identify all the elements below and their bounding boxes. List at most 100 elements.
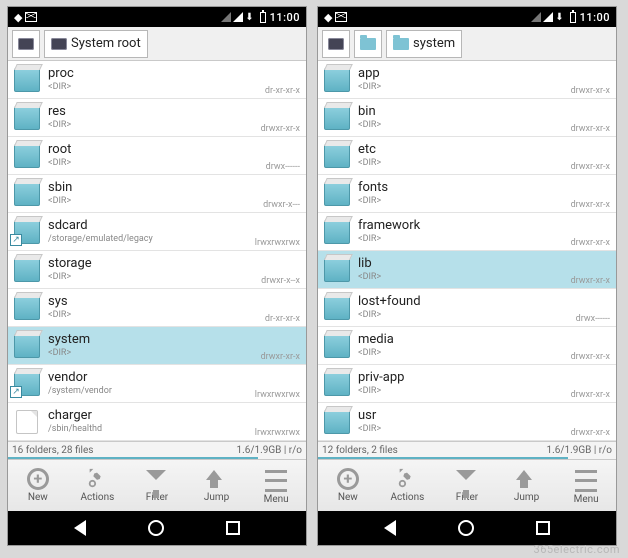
file-list[interactable]: proc <DIR> dr-xr-xr-x res <DIR> drwxr-xr… (8, 61, 306, 441)
disk-icon (51, 38, 67, 50)
path-chip[interactable] (322, 30, 350, 58)
list-item[interactable]: priv-app <DIR> drwxr-xr-x (318, 365, 616, 403)
list-item[interactable]: sbin <DIR> drwxr-x--- (8, 175, 306, 213)
list-item[interactable]: lost+found <DIR> drwx------ (318, 289, 616, 327)
item-name: etc (358, 142, 571, 158)
new-button[interactable]: + New (318, 460, 378, 511)
shortcut-badge-icon: ↗ (10, 234, 22, 246)
folder-count: 16 folders, 28 files (12, 445, 93, 456)
actions-button[interactable]: Actions (68, 460, 128, 511)
item-permissions: drwxr-xr-x (571, 200, 610, 210)
folder-icon (322, 180, 352, 208)
phone-screen: ◆ ⬇ 11:00 system (317, 6, 617, 546)
filter-button[interactable]: Filter (437, 460, 497, 511)
tool-label: Actions (80, 492, 114, 503)
list-item[interactable]: system <DIR> drwxr-xr-x (8, 327, 306, 365)
item-permissions: drwxr-x--- (263, 200, 300, 210)
back-button[interactable] (74, 520, 86, 536)
item-subtext: <DIR> (358, 310, 576, 321)
item-subtext: <DIR> (48, 348, 261, 359)
status-bar: ◆ ⬇ 11:00 (8, 7, 306, 27)
list-item[interactable]: root <DIR> drwx------ (8, 137, 306, 175)
list-item[interactable]: bin <DIR> drwxr-xr-x (318, 99, 616, 137)
item-permissions: lrwxrwxrwx (255, 238, 300, 248)
list-item[interactable]: sys <DIR> dr-xr-xr-x (8, 289, 306, 327)
list-item[interactable]: lib <DIR> drwxr-xr-x (318, 251, 616, 289)
path-current[interactable]: system (386, 30, 462, 58)
item-subtext: <DIR> (358, 234, 571, 245)
list-item[interactable]: ↗ sdcard /storage/emulated/legacy lrwxrw… (8, 213, 306, 251)
recent-button[interactable] (226, 521, 240, 535)
item-subtext: <DIR> (358, 82, 571, 93)
item-name: vendor (48, 370, 255, 386)
plus-icon: + (337, 468, 359, 490)
list-item[interactable]: app <DIR> drwxr-xr-x (318, 61, 616, 99)
folder-icon (322, 408, 352, 436)
item-name: media (358, 332, 571, 348)
home-button[interactable] (148, 520, 164, 536)
menu-button[interactable]: Menu (246, 460, 306, 511)
path-current[interactable]: System root (44, 30, 148, 58)
info-bar: 12 folders, 2 files 1.6/1.9GB | r/o (318, 441, 616, 459)
item-subtext: <DIR> (358, 386, 571, 397)
disk-icon (18, 38, 34, 50)
arrow-up-icon (516, 468, 538, 490)
jump-button[interactable]: Jump (497, 460, 557, 511)
jump-button[interactable]: Jump (187, 460, 247, 511)
status-bar: ◆ ⬇ 11:00 (318, 7, 616, 27)
list-item[interactable]: charger /sbin/healthd lrwxrwxrwx (8, 403, 306, 441)
menu-button[interactable]: Menu (556, 460, 616, 511)
filter-button[interactable]: Filter (127, 460, 187, 511)
folder-icon (322, 218, 352, 246)
item-name: framework (358, 218, 571, 234)
list-item[interactable]: proc <DIR> dr-xr-xr-x (8, 61, 306, 99)
tool-label: New (28, 492, 48, 503)
file-list[interactable]: app <DIR> drwxr-xr-x bin <DIR> drwxr-xr-… (318, 61, 616, 441)
list-item[interactable]: res <DIR> drwxr-xr-x (8, 99, 306, 137)
item-name: bin (358, 104, 571, 120)
home-button[interactable] (458, 520, 474, 536)
path-label: System root (71, 36, 141, 51)
item-permissions: drwxr-xr-x (571, 238, 610, 248)
path-bar: System root (8, 27, 306, 61)
file-icon (16, 410, 38, 434)
item-permissions: drwxr-xr-x (571, 162, 610, 172)
list-item[interactable]: usr <DIR> drwxr-xr-x (318, 403, 616, 441)
folder-icon (12, 142, 42, 170)
shortcut-icon: ↗ (12, 370, 42, 398)
shortcut-badge-icon: ↗ (10, 386, 22, 398)
folder-icon (360, 38, 376, 50)
actions-button[interactable]: Actions (378, 460, 438, 511)
tools-icon (86, 468, 108, 490)
file-icon (12, 408, 42, 436)
new-button[interactable]: + New (8, 460, 68, 511)
folder-icon (322, 370, 352, 398)
list-item[interactable]: fonts <DIR> drwxr-xr-x (318, 175, 616, 213)
disk-usage: 1.6/1.9GB | r/o (236, 445, 302, 456)
item-name: lost+found (358, 294, 576, 310)
folder-icon (393, 38, 409, 50)
clock: 11:00 (580, 11, 610, 24)
item-subtext: <DIR> (48, 272, 261, 283)
path-chip[interactable] (12, 30, 40, 58)
list-item[interactable]: media <DIR> drwxr-xr-x (318, 327, 616, 365)
back-button[interactable] (384, 520, 396, 536)
list-item[interactable]: ↗ vendor /system/vendor lrwxrwxrwx (8, 365, 306, 403)
disk-progress (318, 457, 568, 459)
recent-button[interactable] (536, 521, 550, 535)
toolbar: + New Actions Filter Jump Menu (318, 459, 616, 511)
item-name: lib (358, 256, 571, 272)
folder-count: 12 folders, 2 files (322, 445, 398, 456)
list-item[interactable]: etc <DIR> drwxr-xr-x (318, 137, 616, 175)
toolbar: + New Actions Filter Jump Menu (8, 459, 306, 511)
item-name: priv-app (358, 370, 571, 386)
item-name: sbin (48, 180, 263, 196)
item-subtext: <DIR> (48, 310, 265, 321)
list-item[interactable]: framework <DIR> drwxr-xr-x (318, 213, 616, 251)
item-name: res (48, 104, 261, 120)
item-permissions: lrwxrwxrwx (255, 390, 300, 400)
disk-usage: 1.6/1.9GB | r/o (546, 445, 612, 456)
path-chip[interactable] (354, 30, 382, 58)
item-subtext: <DIR> (358, 424, 571, 435)
list-item[interactable]: storage <DIR> drwxr-x--x (8, 251, 306, 289)
